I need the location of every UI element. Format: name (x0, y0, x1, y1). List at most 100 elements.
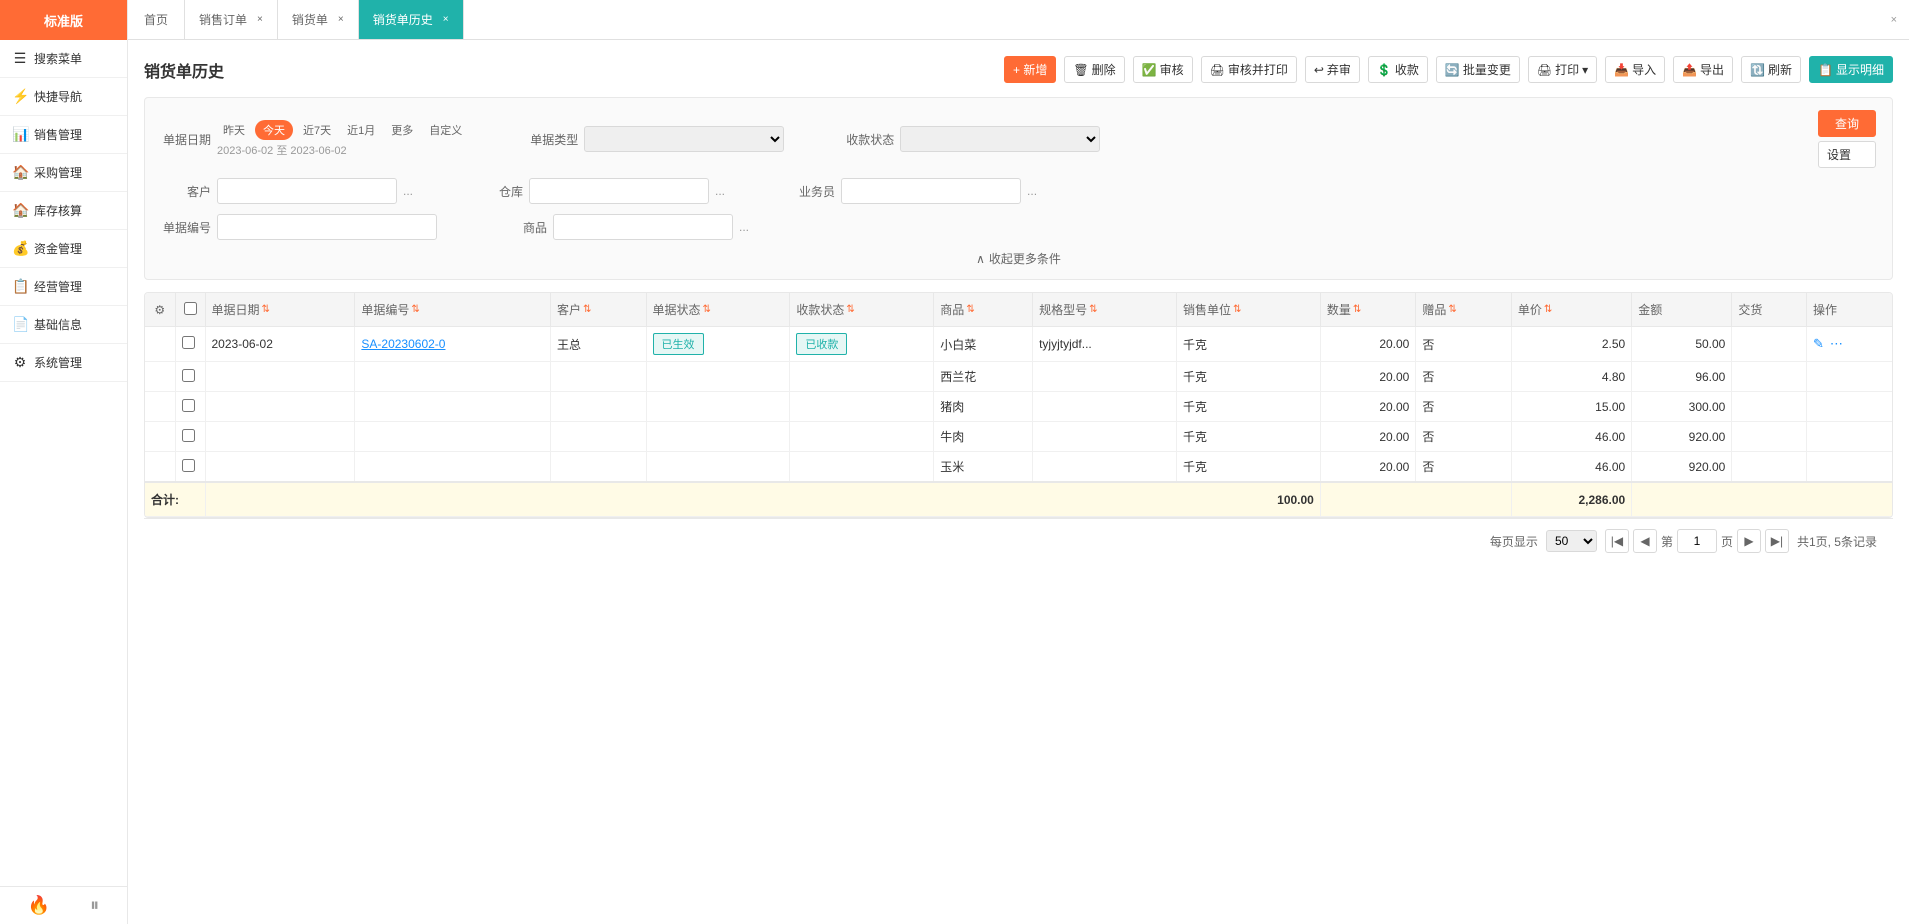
customer-dots-btn[interactable]: ... (403, 184, 413, 198)
doc-no-input[interactable] (217, 214, 437, 240)
row-unit-price: 4.80 (1511, 362, 1631, 392)
sidebar-item-label: 快捷导航 (34, 88, 82, 105)
row-checkbox[interactable] (175, 327, 205, 362)
th-customer[interactable]: 客户 ⇅ (551, 293, 647, 327)
goods-dots-btn[interactable]: ... (739, 220, 749, 234)
refresh-button[interactable]: 🔃 刷新 (1741, 56, 1801, 83)
sidebar-item-purchase-mgmt[interactable]: 🏠 采购管理 (0, 154, 127, 192)
tab-home[interactable]: 首页 (128, 0, 185, 39)
sidebar-item-search-menu[interactable]: ☰ 搜索菜单 (0, 40, 127, 78)
prev-page-btn[interactable]: ◀ (1633, 529, 1657, 553)
sidebar-item-inventory[interactable]: 🏠 库存核算 (0, 192, 127, 230)
row-checkbox-3[interactable] (182, 429, 195, 442)
th-gear[interactable]: ⚙ (145, 293, 175, 327)
row-spec (1033, 362, 1177, 392)
close-tab-sales-order[interactable]: × (257, 14, 263, 25)
th-qty[interactable]: 数量 ⇅ (1320, 293, 1416, 327)
row-checkbox[interactable] (175, 452, 205, 483)
sort-customer-icon: ⇅ (583, 304, 591, 315)
customer-input[interactable] (217, 178, 397, 204)
row-checkbox-2[interactable] (182, 399, 195, 412)
row-checkbox-1[interactable] (182, 369, 195, 382)
summary-qty: 100.00 (205, 482, 1320, 517)
goods-input[interactable] (553, 214, 733, 240)
select-all-checkbox[interactable] (184, 302, 197, 315)
per-page-select[interactable]: 50 20 100 (1546, 530, 1597, 552)
first-page-btn[interactable]: |◀ (1605, 529, 1629, 553)
export-button[interactable]: 📤 导出 (1673, 56, 1733, 83)
display-detail-button[interactable]: 📋 显示明细 (1809, 56, 1893, 83)
collect-button[interactable]: 💲 收款 (1368, 56, 1428, 83)
th-payment-status[interactable]: 收款状态 ⇅ (790, 293, 934, 327)
pagination: 每页显示 50 20 100 |◀ ◀ 第 页 ▶ ▶| 共1页, 5条记录 (144, 518, 1893, 563)
doc-type-label: 单据类型 (528, 131, 578, 148)
query-button[interactable]: 查询 (1818, 110, 1876, 137)
sidebar-item-sales-mgmt[interactable]: 📊 销售管理 (0, 116, 127, 154)
warehouse-input[interactable] (529, 178, 709, 204)
import-button[interactable]: 📥 导入 (1605, 56, 1665, 83)
sort-goods-icon: ⇅ (966, 304, 974, 315)
doc-no-link[interactable]: SA-20230602-0 (361, 337, 445, 351)
row-checkbox[interactable] (175, 362, 205, 392)
row-gift: 否 (1416, 362, 1512, 392)
more-icon[interactable]: ⋯ (1830, 336, 1843, 352)
row-payment-status: 已收款 (790, 327, 934, 362)
payment-status-select[interactable] (900, 126, 1100, 152)
row-gift: 否 (1416, 422, 1512, 452)
print-button[interactable]: 🖨 打印 ▾ (1528, 56, 1597, 83)
sidebar-item-operations[interactable]: 📋 经营管理 (0, 268, 127, 306)
row-checkbox[interactable] (175, 392, 205, 422)
edit-icon[interactable]: ✎ (1813, 336, 1824, 352)
page-number-input[interactable] (1677, 529, 1717, 553)
doc-type-select[interactable] (584, 126, 784, 152)
th-unit-price[interactable]: 单价 ⇅ (1511, 293, 1631, 327)
sidebar-item-finance[interactable]: 💰 资金管理 (0, 230, 127, 268)
close-tab-sales-history[interactable]: × (443, 14, 449, 25)
new-button[interactable]: + 新增 (1004, 56, 1056, 83)
row-checkbox[interactable] (175, 422, 205, 452)
tab-sales-goods[interactable]: 销货单 × (278, 0, 359, 39)
th-doc-no[interactable]: 单据编号 ⇅ (355, 293, 551, 327)
last-page-btn[interactable]: ▶| (1765, 529, 1789, 553)
date-btn-more[interactable]: 更多 (385, 120, 419, 140)
th-spec[interactable]: 规格型号 ⇅ (1033, 293, 1177, 327)
row-checkbox-4[interactable] (182, 459, 195, 472)
th-amount: 金额 (1632, 293, 1732, 327)
sidebar-item-quick-nav[interactable]: ⚡ 快捷导航 (0, 78, 127, 116)
tab-sales-history[interactable]: 销货单历史 × (359, 0, 464, 39)
sidebar-item-basic-info[interactable]: 📄 基础信息 (0, 306, 127, 344)
date-btn-custom[interactable]: 自定义 (423, 120, 468, 140)
abandon-button[interactable]: ↩ 弃审 (1305, 56, 1360, 83)
date-btn-yesterday[interactable]: 昨天 (217, 120, 251, 140)
th-action: 操作 (1806, 293, 1892, 327)
row-checkbox-0[interactable] (182, 336, 195, 349)
warehouse-dots-btn[interactable]: ... (715, 184, 725, 198)
date-btn-today[interactable]: 今天 (255, 120, 293, 140)
settings-button[interactable]: 设置 (1818, 141, 1876, 168)
th-doc-date[interactable]: 单据日期 ⇅ (205, 293, 355, 327)
audit-button[interactable]: ✅ 审核 (1133, 56, 1193, 83)
date-btn-7days[interactable]: 近7天 (297, 120, 337, 140)
th-doc-status[interactable]: 单据状态 ⇅ (646, 293, 790, 327)
collapse-button[interactable]: ∧ 收起更多条件 (161, 250, 1876, 267)
batch-change-button[interactable]: 🔄 批量变更 (1436, 56, 1520, 83)
tab-sales-order[interactable]: 销售订单 × (185, 0, 278, 39)
row-actions: ✎ ⋯ (1806, 327, 1892, 362)
fire-icon[interactable]: 🔥 (28, 895, 50, 916)
next-page-btn[interactable]: ▶ (1737, 529, 1761, 553)
audit-print-button[interactable]: 🖨 审核并打印 (1201, 56, 1297, 83)
row-amount: 300.00 (1632, 392, 1732, 422)
close-tab-sales-goods[interactable]: × (338, 14, 344, 25)
sidebar-item-label: 采购管理 (34, 164, 82, 181)
pause-icon[interactable]: ⏸ (90, 895, 99, 916)
sidebar-item-sys-mgmt[interactable]: ⚙ 系统管理 (0, 344, 127, 382)
salesperson-input[interactable] (841, 178, 1021, 204)
delete-button[interactable]: 🗑 删除 (1064, 56, 1124, 83)
salesperson-dots-btn[interactable]: ... (1027, 184, 1037, 198)
th-gift[interactable]: 赠品 ⇅ (1416, 293, 1512, 327)
th-goods[interactable]: 商品 ⇅ (934, 293, 1033, 327)
date-range-text: 2023-06-02 至 2023-06-02 (217, 142, 468, 158)
date-btn-1month[interactable]: 近1月 (341, 120, 381, 140)
close-all-tabs[interactable]: × (1879, 14, 1909, 26)
th-unit[interactable]: 销售单位 ⇅ (1176, 293, 1320, 327)
